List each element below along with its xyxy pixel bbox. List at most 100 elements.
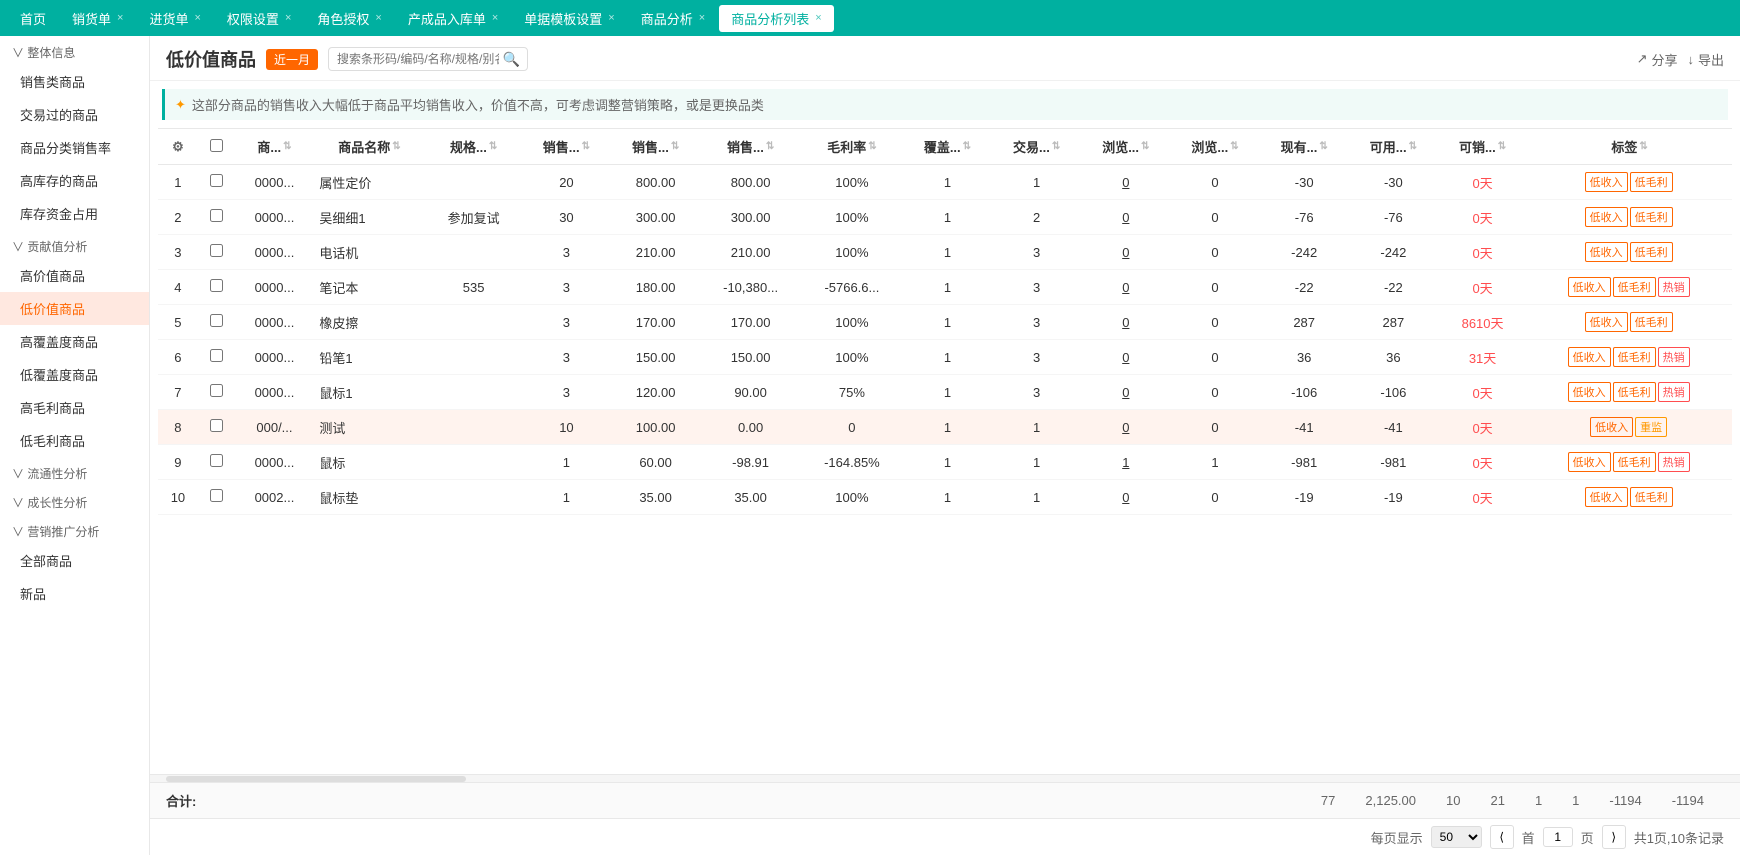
- tag-badge: 低毛利: [1630, 242, 1673, 262]
- nav-item-单据模板设置[interactable]: 单据模板设置×: [512, 5, 626, 32]
- row-browse1[interactable]: 0: [1081, 410, 1170, 445]
- time-tag-btn[interactable]: 近一月: [266, 49, 318, 70]
- row-checkbox[interactable]: [210, 384, 223, 397]
- share-btn[interactable]: ↗ 分享: [1637, 50, 1678, 69]
- nav-item-首页[interactable]: 首页: [8, 5, 58, 32]
- select-all-checkbox[interactable]: [210, 139, 223, 152]
- row-coverage: 1: [903, 480, 992, 515]
- row-checkbox[interactable]: [210, 209, 223, 222]
- sidebar-item-高覆盖度商品[interactable]: 高覆盖度商品: [0, 325, 149, 358]
- browse1-link[interactable]: 0: [1122, 210, 1129, 225]
- row-id: 0000...: [235, 375, 313, 410]
- sidebar-group-整体信息[interactable]: ∨ 整体信息: [0, 36, 149, 65]
- nav-close-icon[interactable]: ×: [285, 12, 291, 24]
- col-saleable: 可销... ⇅: [1438, 129, 1527, 165]
- row-checkbox[interactable]: [210, 314, 223, 327]
- browse1-link[interactable]: 0: [1122, 490, 1129, 505]
- row-checkbox[interactable]: [210, 489, 223, 502]
- sidebar-item-交易过的商品[interactable]: 交易过的商品: [0, 98, 149, 131]
- browse1-link[interactable]: 0: [1122, 385, 1129, 400]
- sidebar: ∨ 整体信息销售类商品交易过的商品商品分类销售率高库存的商品库存资金占用∨ 贡献…: [0, 36, 150, 855]
- sidebar-group-营销推广分析[interactable]: ∨ 营销推广分析: [0, 515, 149, 544]
- tag-badge: 低毛利: [1613, 347, 1656, 367]
- row-browse1[interactable]: 1: [1081, 445, 1170, 480]
- row-margin: 100%: [801, 200, 903, 235]
- sidebar-item-全部商品[interactable]: 全部商品: [0, 544, 149, 577]
- sidebar-group-贡献值分析[interactable]: ∨ 贡献值分析: [0, 230, 149, 259]
- row-browse1[interactable]: 0: [1081, 200, 1170, 235]
- sidebar-group-成长性分析[interactable]: ∨ 成长性分析: [0, 486, 149, 515]
- nav-item-角色授权[interactable]: 角色授权×: [305, 5, 393, 32]
- sidebar-item-商品分类销售率[interactable]: 商品分类销售率: [0, 131, 149, 164]
- row-checkbox[interactable]: [210, 419, 223, 432]
- next-page-btn[interactable]: ⟩: [1602, 825, 1626, 849]
- row-browse1[interactable]: 0: [1081, 480, 1170, 515]
- browse1-link[interactable]: 0: [1122, 245, 1129, 260]
- row-spec: [425, 480, 521, 515]
- content-header: 低价值商品 近一月 🔍 ↗ 分享 ↓ 导出: [150, 36, 1740, 81]
- data-table: ⚙ 商... ⇅ 商品名称 ⇅ 规格... ⇅ 销售... ⇅ 销售... ⇅ …: [158, 128, 1732, 515]
- row-checkbox[interactable]: [210, 244, 223, 257]
- row-checkbox[interactable]: [210, 279, 223, 292]
- export-btn[interactable]: ↓ 导出: [1687, 50, 1724, 69]
- browse1-link[interactable]: 0: [1122, 420, 1129, 435]
- first-page-btn[interactable]: ⟨: [1490, 825, 1514, 849]
- row-tags: 低收入低毛利: [1527, 480, 1732, 515]
- tag-badge: 低毛利: [1630, 207, 1673, 227]
- row-available: -76: [1349, 200, 1438, 235]
- row-sales-amt2: 35.00: [700, 480, 801, 515]
- browse1-link[interactable]: 0: [1122, 350, 1129, 365]
- nav-close-icon[interactable]: ×: [699, 12, 705, 24]
- col-id: 商... ⇅: [235, 129, 313, 165]
- search-input[interactable]: [328, 47, 528, 71]
- nav-close-icon[interactable]: ×: [608, 12, 614, 24]
- row-available: -22: [1349, 270, 1438, 305]
- row-checkbox[interactable]: [210, 174, 223, 187]
- page-number-input[interactable]: [1543, 827, 1573, 847]
- row-browse1[interactable]: 0: [1081, 375, 1170, 410]
- nav-close-icon[interactable]: ×: [375, 12, 381, 24]
- browse1-link[interactable]: 1: [1122, 455, 1129, 470]
- row-browse1[interactable]: 0: [1081, 305, 1170, 340]
- page-suffix: 页: [1581, 828, 1594, 847]
- row-spec: 535: [425, 270, 521, 305]
- row-spec: [425, 340, 521, 375]
- page-size-select[interactable]: 50 100: [1431, 826, 1482, 848]
- row-coverage: 1: [903, 200, 992, 235]
- row-browse2: 0: [1170, 235, 1259, 270]
- sidebar-group-流通性分析[interactable]: ∨ 流通性分析: [0, 457, 149, 486]
- nav-close-icon[interactable]: ×: [117, 12, 123, 24]
- nav-close-icon[interactable]: ×: [194, 12, 200, 24]
- row-checkbox[interactable]: [210, 349, 223, 362]
- sidebar-item-新品[interactable]: 新品: [0, 577, 149, 610]
- sidebar-item-高毛利商品[interactable]: 高毛利商品: [0, 391, 149, 424]
- horizontal-scrollbar[interactable]: [166, 776, 466, 782]
- row-browse1[interactable]: 0: [1081, 165, 1170, 200]
- nav-item-商品分析列表[interactable]: 商品分析列表×: [719, 5, 833, 32]
- row-browse1[interactable]: 0: [1081, 235, 1170, 270]
- sidebar-item-低覆盖度商品[interactable]: 低覆盖度商品: [0, 358, 149, 391]
- nav-item-商品分析[interactable]: 商品分析×: [629, 5, 717, 32]
- browse1-link[interactable]: 0: [1122, 175, 1129, 190]
- sidebar-item-低价值商品[interactable]: 低价值商品: [0, 292, 149, 325]
- sidebar-item-高库存的商品[interactable]: 高库存的商品: [0, 164, 149, 197]
- col-settings[interactable]: ⚙: [158, 129, 198, 165]
- row-spec: [425, 235, 521, 270]
- nav-item-产成品入库单[interactable]: 产成品入库单×: [396, 5, 510, 32]
- nav-item-权限设置[interactable]: 权限设置×: [215, 5, 303, 32]
- sidebar-item-高价值商品[interactable]: 高价值商品: [0, 259, 149, 292]
- sidebar-item-库存资金占用[interactable]: 库存资金占用: [0, 197, 149, 230]
- sidebar-item-销售类商品[interactable]: 销售类商品: [0, 65, 149, 98]
- search-icon[interactable]: 🔍: [503, 51, 520, 68]
- sidebar-item-低毛利商品[interactable]: 低毛利商品: [0, 424, 149, 457]
- row-browse1[interactable]: 0: [1081, 270, 1170, 305]
- row-checkbox[interactable]: [210, 454, 223, 467]
- browse1-link[interactable]: 0: [1122, 280, 1129, 295]
- browse1-link[interactable]: 0: [1122, 315, 1129, 330]
- row-browse1[interactable]: 0: [1081, 340, 1170, 375]
- nav-item-销货单[interactable]: 销货单×: [60, 5, 135, 32]
- footer-sales-qty: 77: [1321, 793, 1335, 808]
- nav-item-进货单[interactable]: 进货单×: [137, 5, 212, 32]
- nav-close-icon[interactable]: ×: [815, 12, 821, 24]
- nav-close-icon[interactable]: ×: [492, 12, 498, 24]
